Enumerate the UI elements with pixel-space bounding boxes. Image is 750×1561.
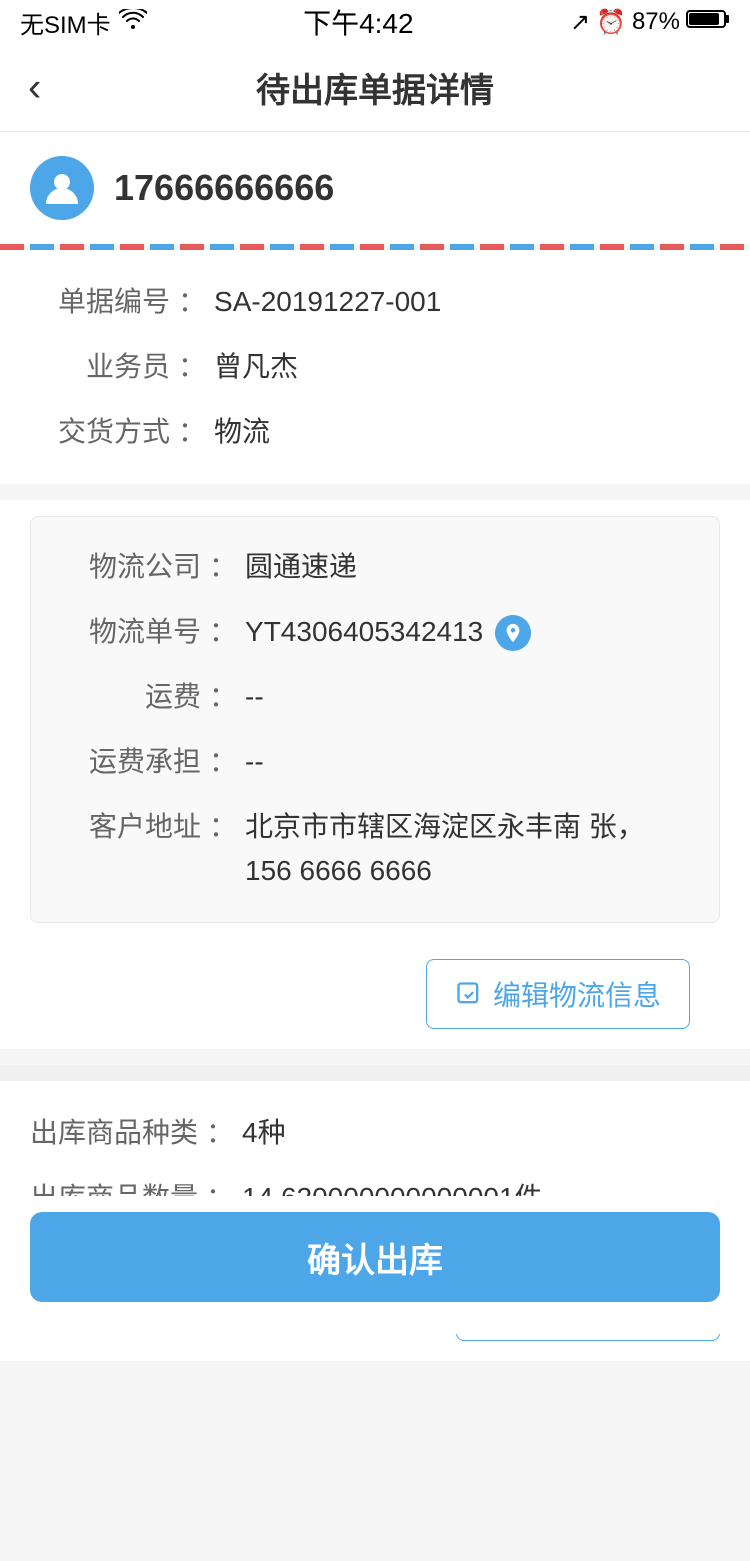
avatar <box>30 156 94 220</box>
freight-label: 运费 <box>61 675 201 720</box>
address-value: 北京市市辖区海淀区永丰南 张，156 6666 6666 <box>245 805 689 895</box>
bottom-spacer <box>0 1361 750 1561</box>
confirm-outbound-button[interactable]: 确认出库 <box>30 1212 720 1302</box>
tracking-number-value: YT4306405342413 <box>245 610 689 655</box>
basic-info-section: 单据编号 ： SA-20191227-001 业务员 ： 曾凡杰 交货方式 ： … <box>0 250 750 484</box>
edit-icon <box>455 980 483 1008</box>
edit-logistics-btn-row: 编辑物流信息 <box>30 939 720 1049</box>
document-number-row: 单据编号 ： SA-20191227-001 <box>30 280 720 325</box>
alarm-icon: ⏰ <box>596 8 626 37</box>
tracking-number-label: 物流单号 <box>61 610 201 655</box>
logistics-card: 物流公司 ： 圆通速递 物流单号 ： YT4306405342413 <box>30 516 720 923</box>
freight-bearer-label: 运费承担 <box>61 740 201 785</box>
page-title: 待出库单据详情 <box>256 63 494 112</box>
logistics-company-label: 物流公司 <box>61 545 201 590</box>
status-right: ↗ ⏰ 87% <box>570 8 730 37</box>
battery-icon <box>686 8 730 37</box>
salesperson-label: 业务员 <box>30 345 170 390</box>
tracking-number-row: 物流单号 ： YT4306405342413 <box>61 610 689 655</box>
nav-bar: ‹ 待出库单据详情 <box>0 44 750 132</box>
logistics-outer-section: 物流公司 ： 圆通速递 物流单号 ： YT4306405342413 <box>0 500 750 1049</box>
salesperson-row: 业务员 ： 曾凡杰 <box>30 345 720 390</box>
salesperson-value: 曾凡杰 <box>214 345 720 390</box>
person-icon <box>42 168 82 208</box>
customer-phone: 17666666666 <box>114 167 334 209</box>
freight-bearer-value: -- <box>245 740 689 785</box>
location-status-icon: ↗ <box>570 8 590 37</box>
edit-logistics-button[interactable]: 编辑物流信息 <box>426 959 690 1029</box>
status-time: 下午4:42 <box>303 2 414 42</box>
logistics-company-row: 物流公司 ： 圆通速递 <box>61 545 689 590</box>
logistics-company-value: 圆通速递 <box>245 545 689 590</box>
gray-divider-1 <box>0 1065 750 1081</box>
status-left: 无SIM卡 <box>20 5 147 40</box>
battery-label: 87% <box>632 8 680 36</box>
freight-row: 运费 ： -- <box>61 675 689 720</box>
delivery-method-label: 交货方式 <box>30 410 170 455</box>
address-label: 客户地址 <box>61 805 201 850</box>
confirm-btn-area: 确认出库 <box>0 1196 750 1334</box>
wifi-icon <box>119 8 147 36</box>
freight-bearer-row: 运费承担 ： -- <box>61 740 689 785</box>
delivery-method-value: 物流 <box>214 410 720 455</box>
freight-value: -- <box>245 675 689 720</box>
main-content: 17666666666 单据编号 ： SA-20191227-001 业务员 ：… <box>0 132 750 1561</box>
tracking-location-icon[interactable] <box>495 615 531 651</box>
goods-types-row: 出库商品种类 ： 4种 <box>30 1111 720 1156</box>
carrier-label: 无SIM卡 <box>20 5 111 40</box>
goods-types-value: 4种 <box>242 1111 720 1156</box>
status-bar: 无SIM卡 下午4:42 ↗ ⏰ 87% <box>0 0 750 44</box>
delivery-method-row: 交货方式 ： 物流 <box>30 410 720 455</box>
back-button[interactable]: ‹ <box>28 65 41 110</box>
goods-types-label: 出库商品种类 <box>30 1111 198 1156</box>
address-row: 客户地址 ： 北京市市辖区海淀区永丰南 张，156 6666 6666 <box>61 805 689 895</box>
document-number-value: SA-20191227-001 <box>214 280 720 325</box>
document-number-label: 单据编号 <box>30 280 170 325</box>
customer-header: 17666666666 <box>0 132 750 244</box>
